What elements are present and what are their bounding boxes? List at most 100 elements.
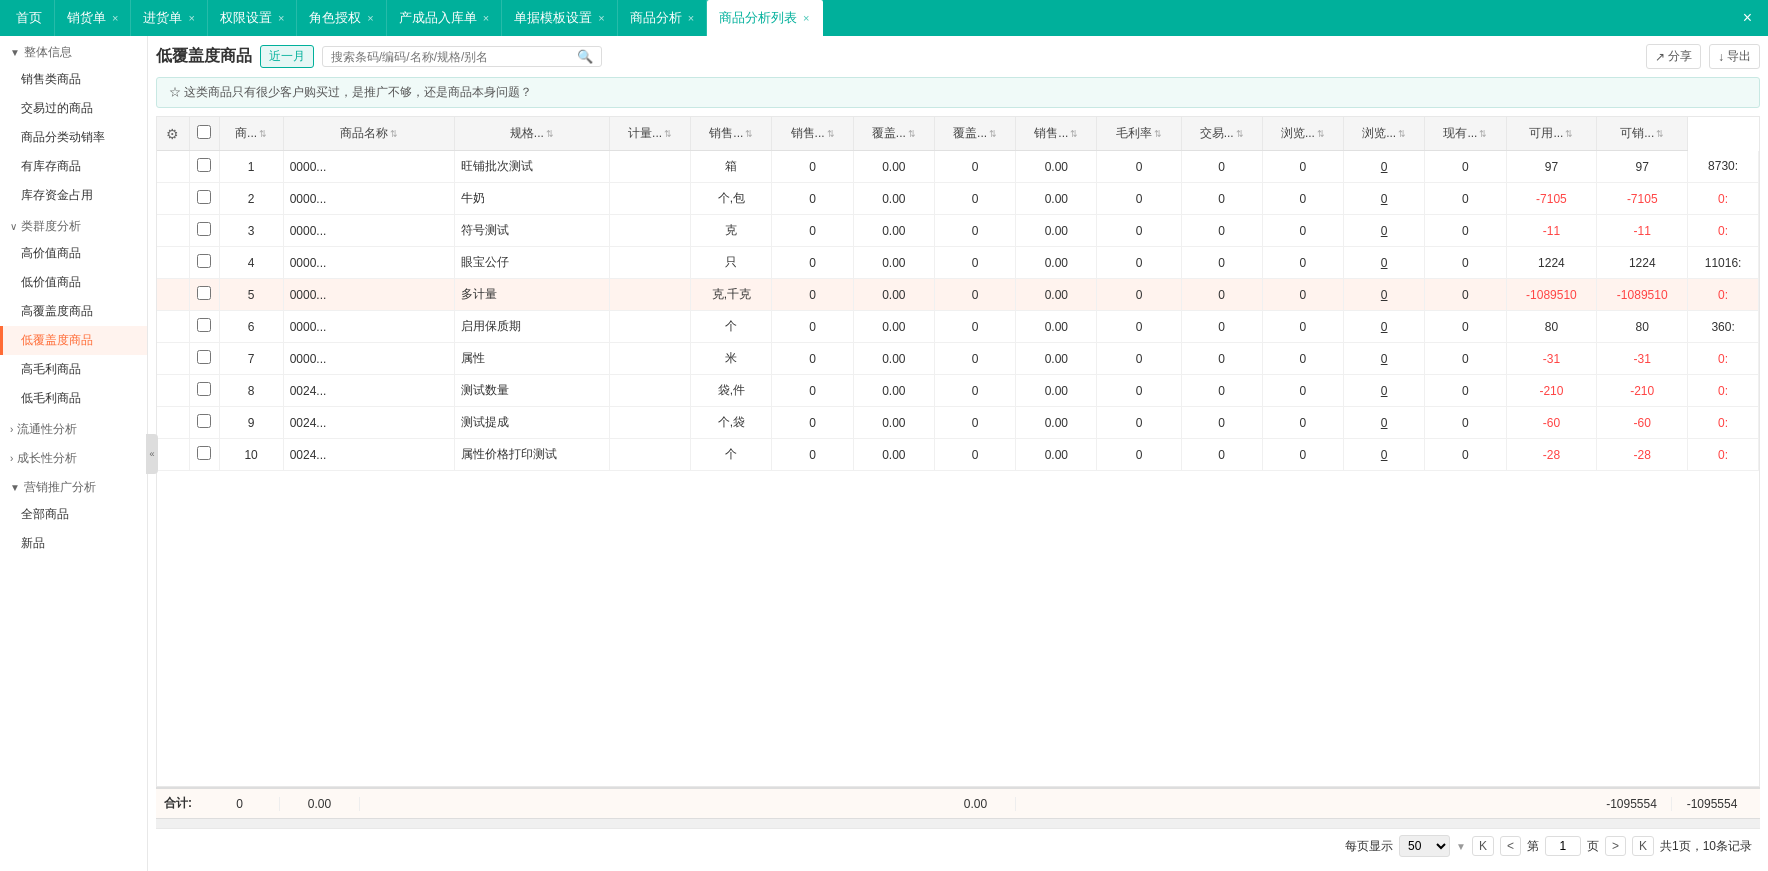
row-checkbox[interactable] xyxy=(189,439,219,471)
browse1-link[interactable]: 0 xyxy=(1381,320,1388,334)
col-coverage1[interactable]: 覆盖...⇅ xyxy=(853,117,934,151)
browse1-link[interactable]: 0 xyxy=(1381,256,1388,270)
row-browse1[interactable]: 0 xyxy=(1344,151,1425,183)
close-analysis[interactable]: × xyxy=(688,12,694,24)
row-browse1[interactable]: 0 xyxy=(1344,407,1425,439)
row-checkbox[interactable] xyxy=(189,183,219,215)
nav-analysis-list[interactable]: 商品分析列表 × xyxy=(707,0,822,36)
row-select-checkbox[interactable] xyxy=(197,286,211,300)
prev-page-btn[interactable]: < xyxy=(1500,836,1521,856)
export-btn[interactable]: ↓ 导出 xyxy=(1709,44,1760,69)
nav-home[interactable]: 首页 xyxy=(4,0,55,36)
row-checkbox[interactable] xyxy=(189,343,219,375)
col-gross-margin[interactable]: 毛利率⇅ xyxy=(1097,117,1181,151)
last-page-btn[interactable]: K xyxy=(1632,836,1654,856)
row-checkbox[interactable] xyxy=(189,151,219,183)
row-checkbox[interactable] xyxy=(189,311,219,343)
global-close-btn[interactable]: × xyxy=(1731,9,1764,27)
search-input[interactable] xyxy=(331,50,577,64)
sidebar-item-sales-goods[interactable]: 销售类商品 xyxy=(0,65,147,94)
col-browse1[interactable]: 浏览...⇅ xyxy=(1262,117,1343,151)
row-browse1[interactable]: 0 xyxy=(1344,439,1425,471)
sidebar-item-stock-goods[interactable]: 有库存商品 xyxy=(0,152,147,181)
sidebar-item-high-margin[interactable]: 高毛利商品 xyxy=(0,355,147,384)
search-icon[interactable]: 🔍 xyxy=(577,49,593,64)
share-btn[interactable]: ↗ 分享 xyxy=(1646,44,1701,69)
section-marketing[interactable]: ▼ 营销推广分析 xyxy=(0,471,147,500)
col-sales3[interactable]: 销售...⇅ xyxy=(1016,117,1097,151)
row-browse1[interactable]: 0 xyxy=(1344,183,1425,215)
col-checkbox[interactable] xyxy=(189,117,219,151)
col-gear[interactable]: ⚙ xyxy=(157,117,189,151)
row-browse1[interactable]: 0 xyxy=(1344,311,1425,343)
col-sales-qty[interactable]: 销售...⇅ xyxy=(691,117,772,151)
row-select-checkbox[interactable] xyxy=(197,382,211,396)
horizontal-scrollbar[interactable] xyxy=(156,818,1760,828)
table-wrapper[interactable]: ⚙ 商...⇅ 商品名称⇅ 规格...⇅ 计量...⇅ 销售...⇅ 销售...… xyxy=(156,116,1760,787)
select-all-checkbox[interactable] xyxy=(197,125,211,139)
browse1-link[interactable]: 0 xyxy=(1381,192,1388,206)
row-select-checkbox[interactable] xyxy=(197,158,211,172)
col-sales-amount[interactable]: 销售...⇅ xyxy=(772,117,853,151)
row-select-checkbox[interactable] xyxy=(197,254,211,268)
page-num-input[interactable] xyxy=(1545,836,1581,856)
sidebar-item-traded-goods[interactable]: 交易过的商品 xyxy=(0,94,147,123)
col-spec[interactable]: 规格...⇅ xyxy=(454,117,609,151)
sidebar-item-new-goods[interactable]: 新品 xyxy=(0,529,147,558)
browse1-link[interactable]: 0 xyxy=(1381,224,1388,238)
sidebar-item-low-coverage[interactable]: 低覆盖度商品 xyxy=(0,326,147,355)
row-select-checkbox[interactable] xyxy=(197,190,211,204)
browse1-link[interactable]: 0 xyxy=(1381,384,1388,398)
col-sellable[interactable]: 可销...⇅ xyxy=(1597,117,1688,151)
col-trade[interactable]: 交易...⇅ xyxy=(1181,117,1262,151)
row-checkbox[interactable] xyxy=(189,215,219,247)
row-checkbox[interactable] xyxy=(189,247,219,279)
browse1-link[interactable]: 0 xyxy=(1381,288,1388,302)
sidebar-item-stock-capital[interactable]: 库存资金占用 xyxy=(0,181,147,210)
close-sales[interactable]: × xyxy=(112,12,118,24)
nav-purchase[interactable]: 进货单 × xyxy=(131,0,207,36)
sidebar-item-high-value[interactable]: 高价值商品 xyxy=(0,239,147,268)
browse1-link[interactable]: 0 xyxy=(1381,352,1388,366)
close-roles[interactable]: × xyxy=(367,12,373,24)
close-purchase[interactable]: × xyxy=(188,12,194,24)
row-browse1[interactable]: 0 xyxy=(1344,215,1425,247)
nav-templates[interactable]: 单据模板设置 × xyxy=(502,0,617,36)
row-checkbox[interactable] xyxy=(189,375,219,407)
row-browse1[interactable]: 0 xyxy=(1344,247,1425,279)
close-templates[interactable]: × xyxy=(598,12,604,24)
close-products[interactable]: × xyxy=(483,12,489,24)
sidebar-toggle-btn[interactable]: « xyxy=(146,434,158,474)
row-browse1[interactable]: 0 xyxy=(1344,375,1425,407)
row-select-checkbox[interactable] xyxy=(197,222,211,236)
col-unit[interactable]: 计量...⇅ xyxy=(609,117,690,151)
sidebar-item-low-margin[interactable]: 低毛利商品 xyxy=(0,384,147,413)
browse1-link[interactable]: 0 xyxy=(1381,416,1388,430)
row-checkbox[interactable] xyxy=(189,407,219,439)
row-checkbox[interactable] xyxy=(189,279,219,311)
browse1-link[interactable]: 0 xyxy=(1381,448,1388,462)
browse1-link[interactable]: 0 xyxy=(1381,160,1388,174)
nav-permissions[interactable]: 权限设置 × xyxy=(208,0,297,36)
gear-icon[interactable]: ⚙ xyxy=(166,126,179,142)
nav-analysis[interactable]: 商品分析 × xyxy=(618,0,707,36)
section-overall[interactable]: ▼ 整体信息 xyxy=(0,36,147,65)
nav-products[interactable]: 产成品入库单 × xyxy=(387,0,502,36)
close-analysis-list[interactable]: × xyxy=(803,12,809,24)
sidebar-item-category-rate[interactable]: 商品分类动销率 xyxy=(0,123,147,152)
page-size-select[interactable]: 50 10 20 100 xyxy=(1399,835,1450,857)
row-browse1[interactable]: 0 xyxy=(1344,279,1425,311)
nav-roles[interactable]: 角色授权 × xyxy=(297,0,386,36)
next-page-btn[interactable]: > xyxy=(1605,836,1626,856)
time-filter-btn[interactable]: 近一月 xyxy=(260,45,314,68)
row-select-checkbox[interactable] xyxy=(197,318,211,332)
row-browse1[interactable]: 0 xyxy=(1344,343,1425,375)
sidebar-item-high-coverage[interactable]: 高覆盖度商品 xyxy=(0,297,147,326)
row-select-checkbox[interactable] xyxy=(197,350,211,364)
section-growth[interactable]: › 成长性分析 xyxy=(0,442,147,471)
close-permissions[interactable]: × xyxy=(278,12,284,24)
col-current[interactable]: 现有...⇅ xyxy=(1425,117,1506,151)
col-available[interactable]: 可用...⇅ xyxy=(1506,117,1597,151)
nav-sales[interactable]: 销货单 × xyxy=(55,0,131,36)
col-browse2[interactable]: 浏览...⇅ xyxy=(1344,117,1425,151)
